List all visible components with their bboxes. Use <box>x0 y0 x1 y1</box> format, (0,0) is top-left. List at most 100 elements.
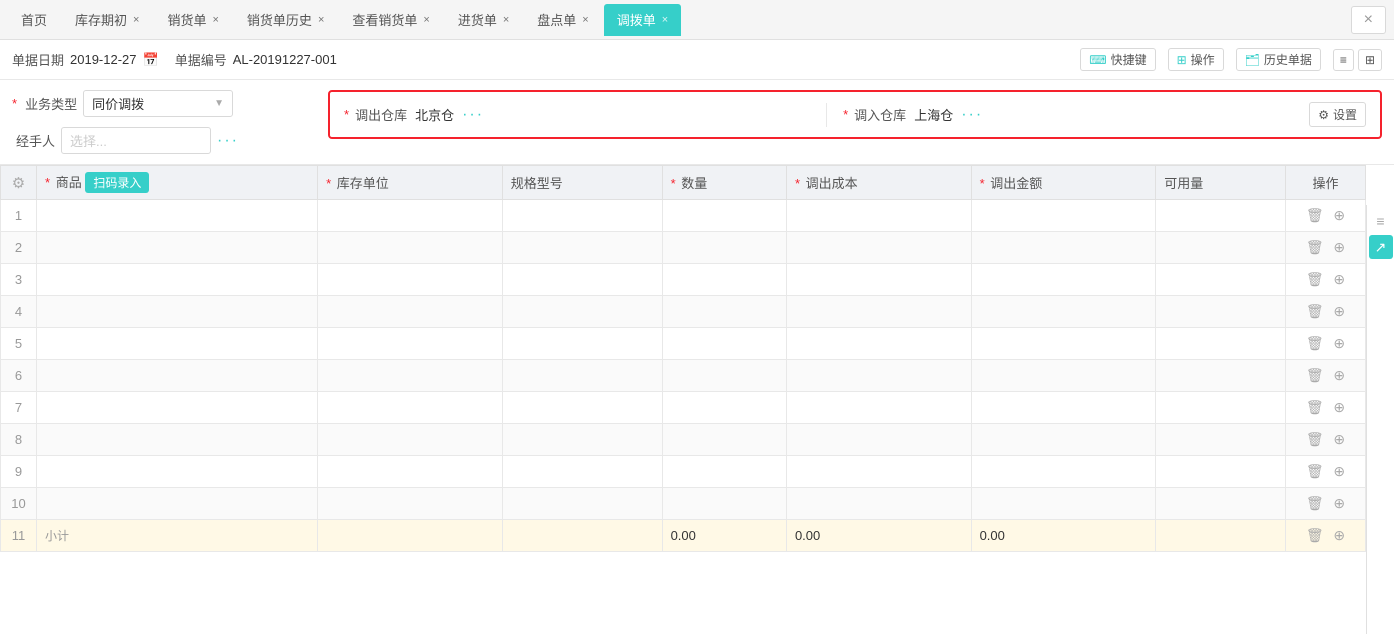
row-4-qty-cell[interactable] <box>662 296 786 328</box>
row-1-delete-icon[interactable]: 🗑 <box>1306 207 1324 223</box>
row-3-cost-cell[interactable] <box>786 264 971 296</box>
row-2-spec-cell[interactable] <box>502 232 662 264</box>
row-10-amount-cell[interactable] <box>971 488 1156 520</box>
row-8-unit-cell[interactable] <box>318 424 503 456</box>
list-view-btn[interactable]: ≡ <box>1333 49 1354 71</box>
row-11-copy-icon[interactable]: ⊕ <box>1333 527 1345 543</box>
row-8-copy-icon[interactable]: ⊕ <box>1333 431 1345 447</box>
tab-sales-history[interactable]: 销货单历史 × <box>234 4 337 36</box>
row-5-qty-cell[interactable] <box>662 328 786 360</box>
settings-button[interactable]: ⚙ 设置 <box>1309 102 1366 127</box>
tab-sales-close[interactable]: × <box>212 14 218 26</box>
row-2-copy-icon[interactable]: ⊕ <box>1333 239 1345 255</box>
row-3-copy-icon[interactable]: ⊕ <box>1333 271 1345 287</box>
row-5-copy-icon[interactable]: ⊕ <box>1333 335 1345 351</box>
row-7-copy-icon[interactable]: ⊕ <box>1333 399 1345 415</box>
row-5-amount-cell[interactable] <box>971 328 1156 360</box>
row-2-delete-icon[interactable]: 🗑 <box>1306 239 1324 255</box>
row-2-goods-cell[interactable] <box>37 232 318 264</box>
row-4-goods-cell[interactable] <box>37 296 318 328</box>
warehouse-in-more-icon[interactable]: ··· <box>961 106 983 124</box>
row-1-goods-cell[interactable] <box>37 200 318 232</box>
row-7-delete-icon[interactable]: 🗑 <box>1306 399 1324 415</box>
tab-home[interactable]: 首页 <box>8 4 60 36</box>
row-10-copy-icon[interactable]: ⊕ <box>1333 495 1345 511</box>
row-5-cost-cell[interactable] <box>786 328 971 360</box>
row-3-goods-cell[interactable] <box>37 264 318 296</box>
row-9-goods-cell[interactable] <box>37 456 318 488</box>
row-4-delete-icon[interactable]: 🗑 <box>1306 303 1324 319</box>
history-btn[interactable]: 🗂 历史单据 <box>1236 48 1321 71</box>
row-1-copy-icon[interactable]: ⊕ <box>1333 207 1345 223</box>
row-1-unit-cell[interactable] <box>318 200 503 232</box>
row-1-spec-cell[interactable] <box>502 200 662 232</box>
row-5-spec-cell[interactable] <box>502 328 662 360</box>
row-6-goods-cell[interactable] <box>37 360 318 392</box>
row-6-spec-cell[interactable] <box>502 360 662 392</box>
person-select[interactable]: 选择... <box>61 127 211 154</box>
row-9-copy-icon[interactable]: ⊕ <box>1333 463 1345 479</box>
row-4-copy-icon[interactable]: ⊕ <box>1333 303 1345 319</box>
row-5-delete-icon[interactable]: 🗑 <box>1306 335 1324 351</box>
business-type-select[interactable]: 同价调拨 ▼ <box>83 90 233 117</box>
row-2-cost-cell[interactable] <box>786 232 971 264</box>
scan-button[interactable]: 扫码录入 <box>85 172 149 193</box>
row-5-goods-cell[interactable] <box>37 328 318 360</box>
row-2-unit-cell[interactable] <box>318 232 503 264</box>
row-6-unit-cell[interactable] <box>318 360 503 392</box>
th-settings[interactable]: ⚙ <box>1 166 37 200</box>
row-7-qty-cell[interactable] <box>662 392 786 424</box>
row-1-cost-cell[interactable] <box>786 200 971 232</box>
row-8-amount-cell[interactable] <box>971 424 1156 456</box>
row-4-amount-cell[interactable] <box>971 296 1156 328</box>
row-4-unit-cell[interactable] <box>318 296 503 328</box>
table-settings-icon[interactable]: ⚙ <box>12 175 25 192</box>
row-8-spec-cell[interactable] <box>502 424 662 456</box>
row-4-spec-cell[interactable] <box>502 296 662 328</box>
tab-inventory-close[interactable]: × <box>582 14 588 26</box>
tab-inventory-init-close[interactable]: × <box>133 14 139 26</box>
sidebar-list-icon[interactable]: ≡ <box>1369 209 1393 233</box>
row-8-goods-cell[interactable] <box>37 424 318 456</box>
row-11-delete-icon[interactable]: 🗑 <box>1306 527 1324 543</box>
tab-transfer-close[interactable]: × <box>662 14 668 26</box>
row-8-delete-icon[interactable]: 🗑 <box>1306 431 1324 447</box>
row-10-cost-cell[interactable] <box>786 488 971 520</box>
warehouse-out-more-icon[interactable]: ··· <box>462 106 484 124</box>
row-9-spec-cell[interactable] <box>502 456 662 488</box>
shortcut-btn[interactable]: ⌨ 快捷键 <box>1080 48 1155 71</box>
tab-purchase[interactable]: 进货单 × <box>445 4 522 36</box>
tab-view-sales-close[interactable]: × <box>423 14 429 26</box>
row-5-unit-cell[interactable] <box>318 328 503 360</box>
tab-inventory[interactable]: 盘点单 × <box>524 4 601 36</box>
grid-view-btn[interactable]: ⊞ <box>1358 49 1382 71</box>
operation-btn[interactable]: ⊞ 操作 <box>1168 48 1224 71</box>
tab-sales[interactable]: 销货单 × <box>154 4 231 36</box>
row-3-qty-cell[interactable] <box>662 264 786 296</box>
row-6-amount-cell[interactable] <box>971 360 1156 392</box>
row-3-unit-cell[interactable] <box>318 264 503 296</box>
row-4-cost-cell[interactable] <box>786 296 971 328</box>
row-2-amount-cell[interactable] <box>971 232 1156 264</box>
row-8-cost-cell[interactable] <box>786 424 971 456</box>
row-9-cost-cell[interactable] <box>786 456 971 488</box>
row-2-qty-cell[interactable] <box>662 232 786 264</box>
row-7-spec-cell[interactable] <box>502 392 662 424</box>
row-6-copy-icon[interactable]: ⊕ <box>1333 367 1345 383</box>
row-10-delete-icon[interactable]: 🗑 <box>1306 495 1324 511</box>
row-7-unit-cell[interactable] <box>318 392 503 424</box>
row-6-delete-icon[interactable]: 🗑 <box>1306 367 1324 383</box>
row-9-qty-cell[interactable] <box>662 456 786 488</box>
tab-close-all[interactable]: × <box>1351 6 1386 34</box>
row-10-qty-cell[interactable] <box>662 488 786 520</box>
row-1-amount-cell[interactable] <box>971 200 1156 232</box>
table-container[interactable]: ⚙ * 商品 扫码录入 * 库存单位 <box>0 165 1366 634</box>
tab-transfer[interactable]: 调拨单 × <box>604 4 681 36</box>
row-7-cost-cell[interactable] <box>786 392 971 424</box>
row-10-unit-cell[interactable] <box>318 488 503 520</box>
calendar-icon[interactable]: 📅 <box>143 52 159 68</box>
row-6-qty-cell[interactable] <box>662 360 786 392</box>
row-3-amount-cell[interactable] <box>971 264 1156 296</box>
row-10-goods-cell[interactable] <box>37 488 318 520</box>
row-7-amount-cell[interactable] <box>971 392 1156 424</box>
